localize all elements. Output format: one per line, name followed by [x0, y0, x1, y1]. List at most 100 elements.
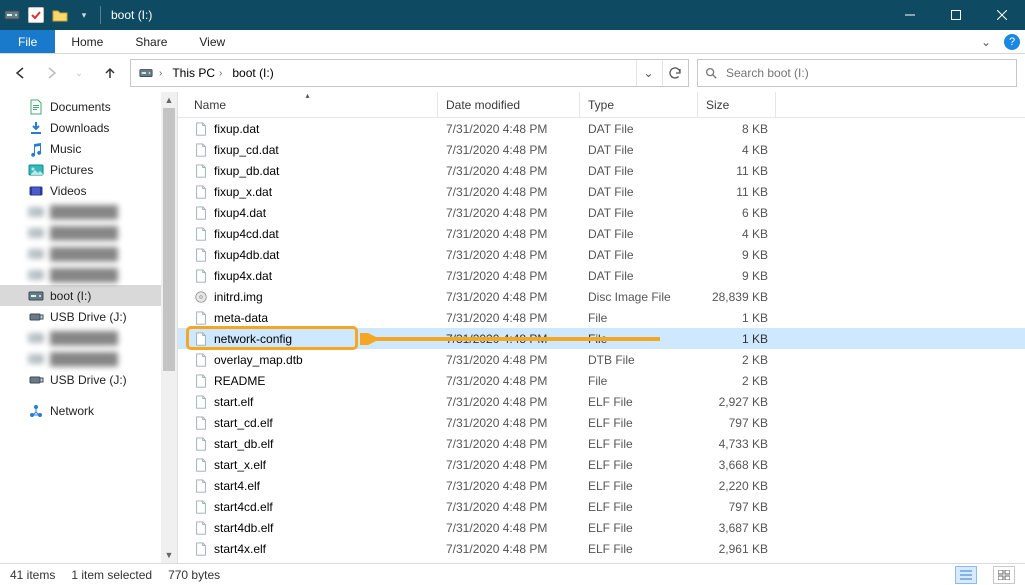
help-icon: ? — [1004, 34, 1020, 50]
file-icon — [194, 415, 208, 431]
sidebar-item[interactable]: boot (I:) — [0, 285, 177, 306]
file-row[interactable]: start_db.elf 7/31/2020 4:48 PM ELF File … — [178, 433, 1025, 454]
file-row[interactable]: fixup_cd.dat 7/31/2020 4:48 PM DAT File … — [178, 139, 1025, 160]
file-row[interactable]: fixup_db.dat 7/31/2020 4:48 PM DAT File … — [178, 160, 1025, 181]
scroll-up-icon[interactable]: ▲ — [161, 92, 177, 108]
file-size: 4 KB — [698, 143, 776, 157]
file-icon — [194, 205, 208, 221]
tab-share[interactable]: Share — [119, 30, 183, 53]
column-headers: Name▴ Date modified Type Size — [178, 92, 1025, 118]
address-row: ⌄ › This PC› boot (I:) ⌄ — [0, 54, 1025, 92]
ql-customize-icon[interactable]: ▾ — [72, 0, 96, 30]
view-thumbnails-button[interactable] — [993, 566, 1015, 584]
tab-home[interactable]: Home — [55, 30, 119, 53]
sidebar-item[interactable]: Network — [0, 400, 177, 421]
column-date[interactable]: Date modified — [438, 92, 580, 117]
ql-properties-icon[interactable] — [24, 0, 48, 30]
ql-folder-icon[interactable] — [48, 0, 72, 30]
file-name: start4db.elf — [214, 521, 273, 535]
titlebar: ▾ boot (I:) — [0, 0, 1025, 30]
status-bytes: 770 bytes — [168, 568, 220, 582]
file-type: ELF File — [580, 479, 698, 493]
breadcrumb-thispc[interactable]: This PC› — [168, 60, 226, 86]
search-box[interactable] — [697, 59, 1017, 87]
file-tab[interactable]: File — [0, 30, 55, 53]
file-row[interactable]: start.elf 7/31/2020 4:48 PM ELF File 2,9… — [178, 391, 1025, 412]
column-size[interactable]: Size — [698, 92, 776, 117]
file-name: overlay_map.dtb — [214, 353, 303, 367]
help-button[interactable]: ? — [999, 30, 1025, 53]
window-maximize-button[interactable] — [933, 0, 979, 30]
file-row[interactable]: fixup4.dat 7/31/2020 4:48 PM DAT File 6 … — [178, 202, 1025, 223]
file-name: fixup4x.dat — [214, 269, 272, 283]
file-row[interactable]: meta-data 7/31/2020 4:48 PM File 1 KB — [178, 307, 1025, 328]
file-row[interactable]: fixup4cd.dat 7/31/2020 4:48 PM DAT File … — [178, 223, 1025, 244]
sidebar-item[interactable]: USB Drive (J:) — [0, 369, 177, 390]
file-type: File — [580, 332, 698, 346]
address-dropdown[interactable]: ⌄ — [636, 60, 660, 86]
file-row[interactable]: README 7/31/2020 4:48 PM File 2 KB — [178, 370, 1025, 391]
column-name[interactable]: Name▴ — [178, 92, 438, 117]
sidebar-item-label: boot (I:) — [50, 289, 91, 303]
file-row[interactable]: fixup4db.dat 7/31/2020 4:48 PM DAT File … — [178, 244, 1025, 265]
file-type: DAT File — [580, 269, 698, 283]
sidebar-item[interactable]: Documents — [0, 96, 177, 117]
file-size: 2 KB — [698, 353, 776, 367]
sidebar-item[interactable]: USB Drive (J:) — [0, 306, 177, 327]
view-details-button[interactable] — [955, 566, 977, 584]
refresh-button[interactable] — [662, 60, 686, 86]
scroll-down-icon[interactable]: ▼ — [161, 547, 177, 563]
window-close-button[interactable] — [979, 0, 1025, 30]
file-row[interactable]: fixup_x.dat 7/31/2020 4:48 PM DAT File 1… — [178, 181, 1025, 202]
nav-back-button[interactable] — [8, 61, 32, 85]
file-type: ELF File — [580, 542, 698, 556]
file-date: 7/31/2020 4:48 PM — [438, 479, 580, 493]
scroll-thumb[interactable] — [163, 108, 175, 371]
column-type[interactable]: Type — [580, 92, 698, 117]
file-icon — [194, 247, 208, 263]
file-row[interactable]: start_cd.elf 7/31/2020 4:48 PM ELF File … — [178, 412, 1025, 433]
file-size: 9 KB — [698, 248, 776, 262]
arrow-right-icon — [44, 65, 60, 81]
window-minimize-button[interactable] — [887, 0, 933, 30]
file-size: 11 KB — [698, 185, 776, 199]
sidebar-item-label: Downloads — [50, 121, 109, 135]
sidebar-item[interactable]: Music — [0, 138, 177, 159]
search-input[interactable] — [726, 66, 1010, 80]
nav-up-button[interactable] — [98, 61, 122, 85]
nav-forward-button[interactable] — [40, 61, 64, 85]
file-row[interactable]: start4db.elf 7/31/2020 4:48 PM ELF File … — [178, 517, 1025, 538]
file-row[interactable]: start4x.elf 7/31/2020 4:48 PM ELF File 2… — [178, 538, 1025, 559]
ql-hdd-icon[interactable] — [0, 0, 24, 30]
file-name: fixup4.dat — [214, 206, 266, 220]
file-size: 2,927 KB — [698, 395, 776, 409]
sidebar-item[interactable]: Videos — [0, 180, 177, 201]
breadcrumb-root[interactable]: › — [133, 60, 166, 86]
file-row[interactable]: network-config 7/31/2020 4:48 PM File 1 … — [178, 328, 1025, 349]
file-type: DAT File — [580, 248, 698, 262]
ribbon-collapse-icon[interactable]: ⌄ — [973, 30, 999, 53]
file-row[interactable]: fixup4x.dat 7/31/2020 4:48 PM DAT File 9… — [178, 265, 1025, 286]
file-date: 7/31/2020 4:48 PM — [438, 206, 580, 220]
file-type: DAT File — [580, 164, 698, 178]
file-row[interactable]: start_x.elf 7/31/2020 4:48 PM ELF File 3… — [178, 454, 1025, 475]
file-date: 7/31/2020 4:48 PM — [438, 353, 580, 367]
file-row[interactable]: overlay_map.dtb 7/31/2020 4:48 PM DTB Fi… — [178, 349, 1025, 370]
file-name: network-config — [214, 332, 292, 346]
sidebar-scrollbar[interactable]: ▲ ▼ — [161, 92, 177, 563]
address-bar[interactable]: › This PC› boot (I:) ⌄ — [130, 59, 689, 87]
file-row[interactable]: fixup.dat 7/31/2020 4:48 PM DAT File 8 K… — [178, 118, 1025, 139]
file-size: 797 KB — [698, 416, 776, 430]
file-row[interactable]: start4cd.elf 7/31/2020 4:48 PM ELF File … — [178, 496, 1025, 517]
tab-view[interactable]: View — [183, 30, 241, 53]
sidebar-item-label: Videos — [50, 184, 86, 198]
file-name: start4x.elf — [214, 542, 266, 556]
sidebar-item[interactable]: Downloads — [0, 117, 177, 138]
sidebar-item[interactable]: Pictures — [0, 159, 177, 180]
file-row[interactable]: initrd.img 7/31/2020 4:48 PM Disc Image … — [178, 286, 1025, 307]
file-row[interactable]: start4.elf 7/31/2020 4:48 PM ELF File 2,… — [178, 475, 1025, 496]
file-type: ELF File — [580, 521, 698, 535]
breadcrumb-boot[interactable]: boot (I:) — [228, 60, 277, 86]
file-type: DAT File — [580, 227, 698, 241]
nav-recent-dropdown[interactable]: ⌄ — [72, 61, 86, 85]
